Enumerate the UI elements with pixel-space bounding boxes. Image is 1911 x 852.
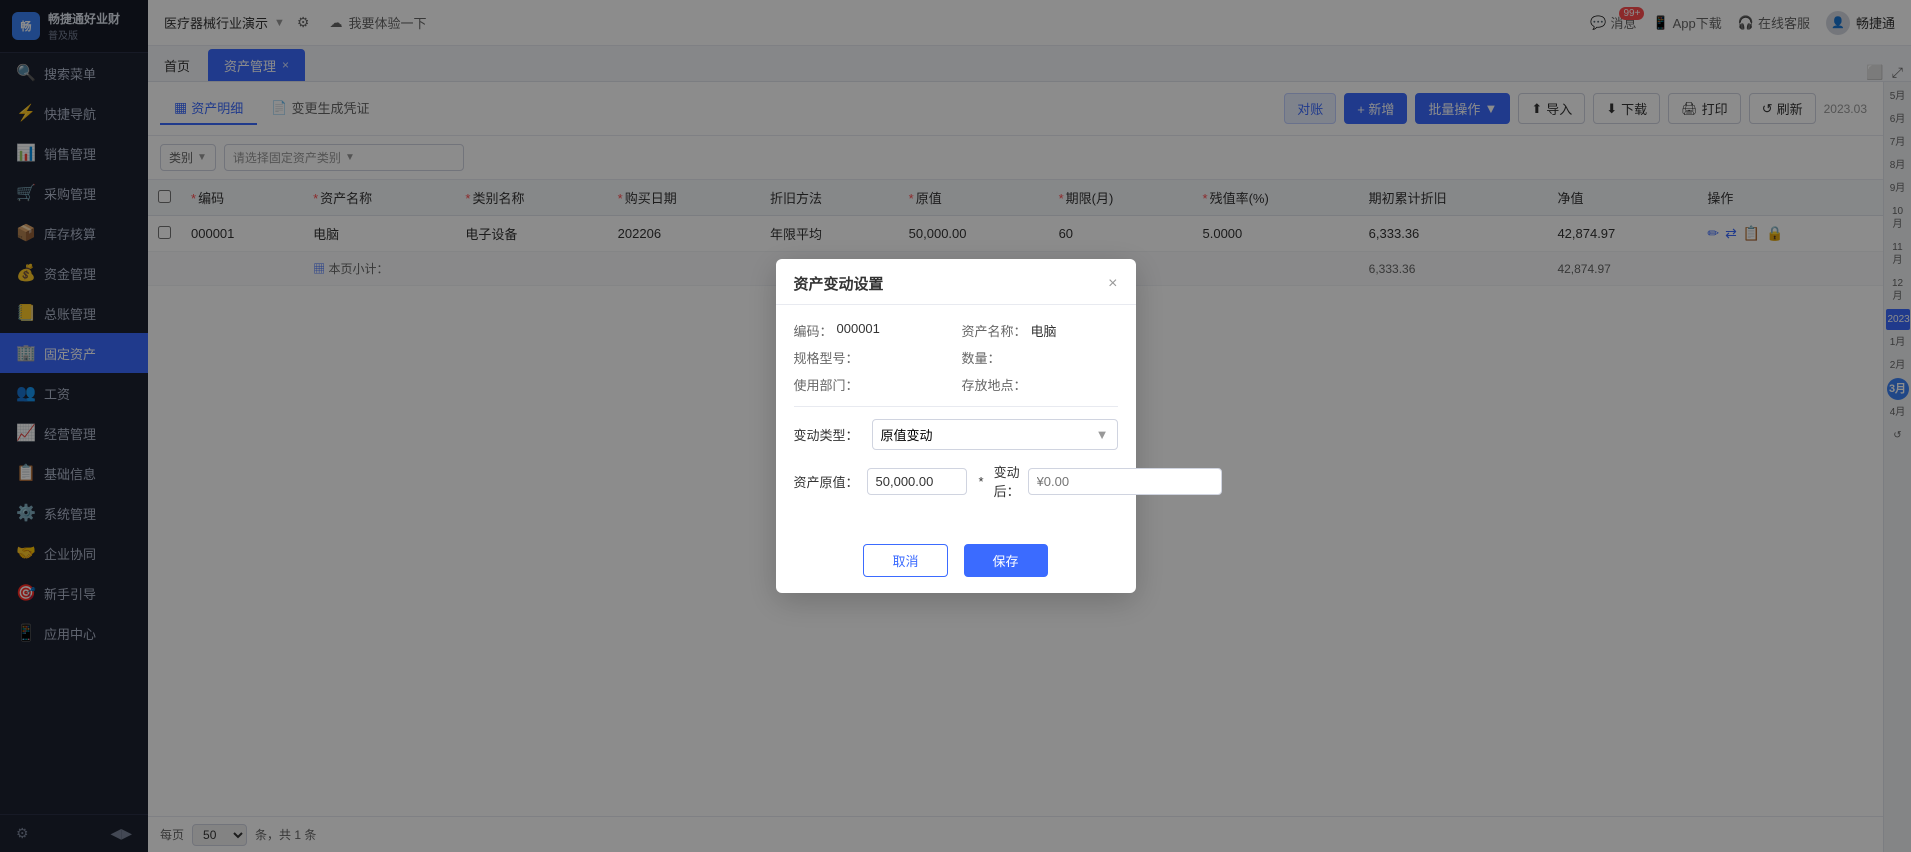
modal-location: 存放地点： — [962, 375, 1118, 394]
original-value-input[interactable] — [867, 468, 967, 495]
change-type-select[interactable]: 原值变动 ▼ — [872, 419, 1118, 450]
modal-overlay: 资产变动设置 × 编码： 000001 资产名称： 电脑 规格型号： 数量： — [0, 0, 1911, 852]
modal-footer: 取消 保存 — [776, 532, 1136, 593]
modal-body: 编码： 000001 资产名称： 电脑 规格型号： 数量： 使用部门： — [776, 305, 1136, 532]
modal-title: 资产变动设置 — [794, 273, 884, 294]
change-type-label: 变动类型： — [794, 425, 864, 444]
save-button[interactable]: 保存 — [964, 544, 1048, 577]
cancel-button[interactable]: 取消 — [863, 544, 947, 577]
required-mark: * — [979, 474, 984, 489]
modal-divider — [794, 406, 1118, 407]
chevron-down-icon: ▼ — [1096, 427, 1109, 442]
modal-model: 规格型号： — [794, 348, 950, 367]
modal-info-grid: 编码： 000001 资产名称： 电脑 规格型号： 数量： 使用部门： — [794, 321, 1118, 394]
modal-department: 使用部门： — [794, 375, 950, 394]
after-label: 变动后： — [994, 462, 1020, 500]
modal-code: 编码： 000001 — [794, 321, 950, 340]
asset-change-modal: 资产变动设置 × 编码： 000001 资产名称： 电脑 规格型号： 数量： — [776, 259, 1136, 593]
modal-value-row: 资产原值： * 变动后： — [794, 462, 1118, 500]
modal-asset-name: 资产名称： 电脑 — [962, 321, 1118, 340]
original-value-label: 资产原值： — [794, 472, 859, 491]
modal-close-button[interactable]: × — [1108, 275, 1117, 293]
modal-change-type-field: 变动类型： 原值变动 ▼ — [794, 419, 1118, 450]
modal-quantity: 数量： — [962, 348, 1118, 367]
after-value-input[interactable] — [1028, 468, 1222, 495]
modal-header: 资产变动设置 × — [776, 259, 1136, 305]
